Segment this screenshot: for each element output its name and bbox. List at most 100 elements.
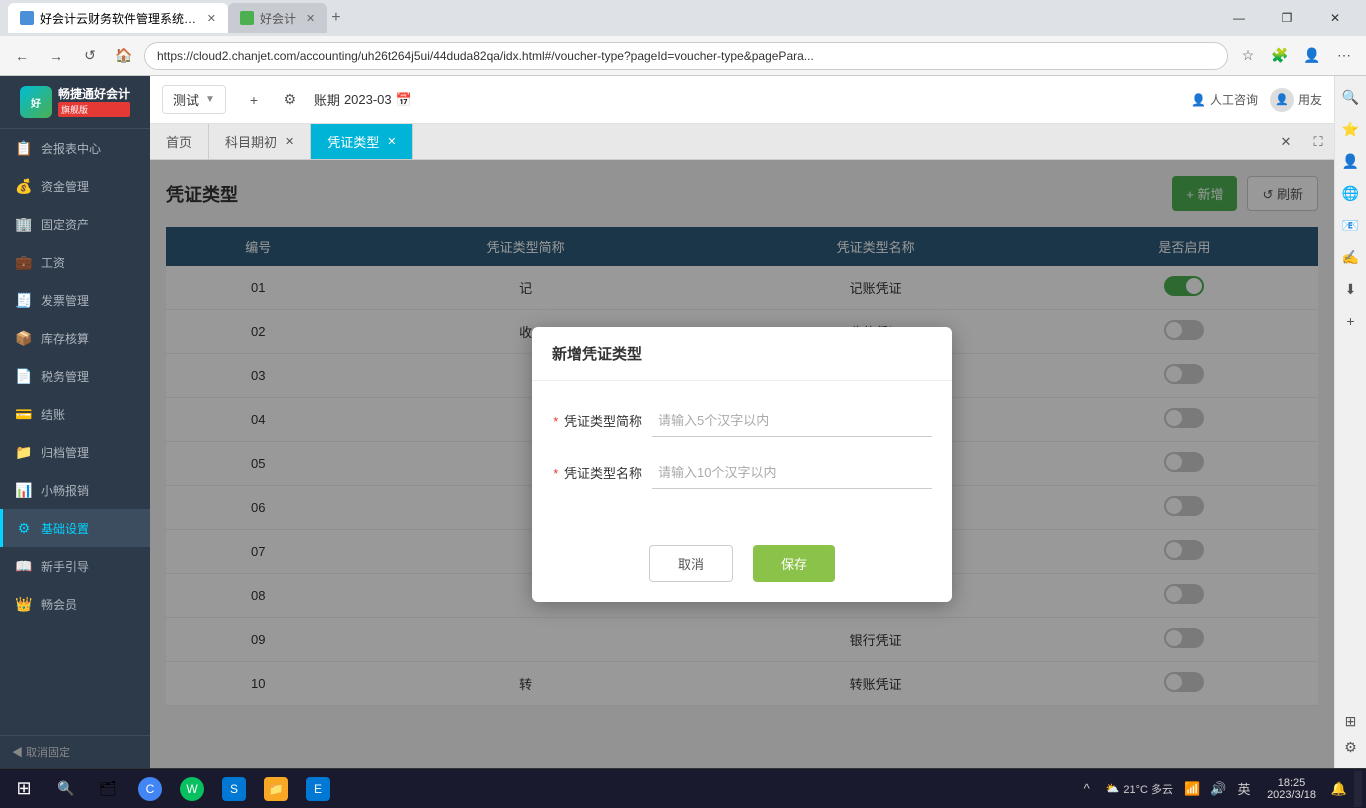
right-plus-icon[interactable]: + bbox=[1338, 308, 1364, 334]
sidebar-item-invoice[interactable]: 🧾 发票管理 bbox=[0, 281, 150, 319]
period-label: 账期 bbox=[314, 90, 340, 109]
sound-icon[interactable]: 🔊 bbox=[1207, 771, 1229, 807]
reload-button[interactable]: ↺ bbox=[76, 42, 104, 70]
menu-icon[interactable]: ⋯ bbox=[1330, 42, 1358, 70]
tab-close-2[interactable]: ✕ bbox=[306, 12, 315, 25]
tab-voucher-type[interactable]: 凭证类型 ✕ bbox=[311, 124, 413, 159]
weather-info: ⛅ 21°C 多云 bbox=[1102, 781, 1177, 797]
sidebar-item-inventory[interactable]: 📦 库存核算 bbox=[0, 319, 150, 357]
consultant-icon: 👤 bbox=[1191, 93, 1206, 107]
tab-favicon-1 bbox=[20, 11, 34, 25]
extensions-icon[interactable]: 🧩 bbox=[1266, 42, 1294, 70]
taskbar-task-view[interactable]: 🗂 bbox=[88, 771, 128, 807]
close-button[interactable]: ✕ bbox=[1312, 3, 1358, 33]
sidebar-item-assets[interactable]: 🏢 固定资产 bbox=[0, 205, 150, 243]
right-grid-icon[interactable]: ⊞ bbox=[1338, 708, 1364, 734]
full-name-input[interactable] bbox=[652, 457, 932, 489]
browser-tab-2[interactable]: 好会计 ✕ bbox=[228, 3, 327, 33]
settings-button[interactable]: ⚙ bbox=[276, 86, 304, 114]
tab-voucher-type-close[interactable]: ✕ bbox=[387, 135, 396, 148]
settings-icon: ⚙ bbox=[15, 519, 33, 537]
workspace-arrow-icon: ▼ bbox=[205, 94, 215, 105]
sidebar-item-expense[interactable]: 📊 小畅报销 bbox=[0, 471, 150, 509]
right-globe-icon[interactable]: 🌐 bbox=[1338, 180, 1364, 206]
user-button[interactable]: 👤 用友 bbox=[1270, 88, 1322, 112]
tab-label-1: 好会计云财务软件管理系统_会计 bbox=[40, 10, 197, 27]
add-workspace-button[interactable]: + bbox=[240, 86, 268, 114]
calendar-icon[interactable]: 📅 bbox=[396, 92, 412, 108]
tab-expand-button[interactable]: ⛶ bbox=[1302, 126, 1334, 158]
taskbar-edge[interactable]: E bbox=[298, 771, 338, 807]
consultant-button[interactable]: 👤 人工咨询 bbox=[1191, 91, 1258, 108]
weather-icon: ⛅ bbox=[1106, 782, 1120, 795]
back-button[interactable]: ← bbox=[8, 42, 36, 70]
right-star-icon[interactable]: ⭐ bbox=[1338, 116, 1364, 142]
browser-tab-1[interactable]: 好会计云财务软件管理系统_会计 ✕ bbox=[8, 3, 228, 33]
sidebar: 好 畅捷通好会计 旗舰版 📋 会报表中心 💰 资金管理 🏢 固定资产 💼 工资 bbox=[0, 76, 150, 768]
sidebar-item-label: 归档管理 bbox=[41, 444, 89, 461]
sidebar-item-settings[interactable]: ⚙ 基础设置 bbox=[0, 509, 150, 547]
clock-time: 18:25 bbox=[1267, 777, 1316, 789]
sidebar-item-capital[interactable]: 💰 资金管理 bbox=[0, 167, 150, 205]
sidebar-item-guide[interactable]: 📖 新手引导 bbox=[0, 547, 150, 585]
taskbar: ⊞ 🔍 🗂 C W S 📁 E ^ ⛅ 21°C 多云 📶 🔊 英 18:25 … bbox=[0, 768, 1366, 808]
right-panel: 🔍 ⭐ 👤 🌐 📧 ✍ ⬇ + ⊞ ⚙ bbox=[1334, 76, 1366, 768]
chevron-up-icon[interactable]: ^ bbox=[1076, 771, 1098, 807]
form-row-full-name: * 凭证类型名称 bbox=[552, 457, 932, 489]
sidebar-item-dashboard[interactable]: 📋 会报表中心 bbox=[0, 129, 150, 167]
period-value: 2023-03 bbox=[344, 92, 392, 107]
tab-subject-close[interactable]: ✕ bbox=[285, 135, 294, 148]
modal-footer: 取消 保存 bbox=[532, 533, 952, 602]
minimize-button[interactable]: — bbox=[1216, 3, 1262, 33]
taskbar-wechat[interactable]: W bbox=[172, 771, 212, 807]
lang-icon[interactable]: 英 bbox=[1233, 771, 1255, 807]
right-outlook-icon[interactable]: 📧 bbox=[1338, 212, 1364, 238]
sidebar-item-label: 新手引导 bbox=[41, 558, 89, 575]
new-tab-button[interactable]: + bbox=[331, 9, 340, 27]
tab-home[interactable]: 首页 bbox=[150, 124, 209, 159]
full-name-label: * 凭证类型名称 bbox=[552, 463, 652, 482]
taskbar-search[interactable]: 🔍 bbox=[46, 771, 86, 807]
right-search-icon[interactable]: 🔍 bbox=[1338, 84, 1364, 110]
forward-button[interactable]: → bbox=[42, 42, 70, 70]
modal-header: 新增凭证类型 bbox=[532, 327, 952, 381]
show-desktop-button[interactable] bbox=[1354, 771, 1362, 807]
bookmark-icon[interactable]: ☆ bbox=[1234, 42, 1262, 70]
logo-text: 畅捷通好会计 bbox=[58, 87, 130, 103]
taskbar-right: ^ ⛅ 21°C 多云 📶 🔊 英 18:25 2023/3/18 🔔 bbox=[1076, 771, 1362, 807]
short-name-input[interactable] bbox=[652, 405, 932, 437]
page-tabs: 首页 科目期初 ✕ 凭证类型 ✕ ✕ ⛶ bbox=[150, 124, 1334, 160]
address-input[interactable] bbox=[144, 42, 1228, 70]
right-settings-icon[interactable]: ⚙ bbox=[1338, 734, 1364, 760]
clock[interactable]: 18:25 2023/3/18 bbox=[1259, 777, 1324, 801]
taskbar-chrome[interactable]: C bbox=[130, 771, 170, 807]
home-button[interactable]: 🏠 bbox=[110, 42, 138, 70]
maximize-button[interactable]: ❐ bbox=[1264, 3, 1310, 33]
profile-icon[interactable]: 👤 bbox=[1298, 42, 1326, 70]
right-feather-icon[interactable]: ✍ bbox=[1338, 244, 1364, 270]
workspace-selector[interactable]: 测试 ▼ bbox=[162, 85, 226, 114]
sidebar-item-member[interactable]: 👑 畅会员 bbox=[0, 585, 150, 623]
tab-label-2: 好会计 bbox=[260, 10, 296, 27]
network-icon[interactable]: 📶 bbox=[1181, 771, 1203, 807]
tab-expand-buttons: ✕ ⛶ bbox=[1270, 126, 1334, 158]
right-download-icon[interactable]: ⬇ bbox=[1338, 276, 1364, 302]
start-button[interactable]: ⊞ bbox=[4, 771, 44, 807]
taskbar-explorer[interactable]: 📁 bbox=[256, 771, 296, 807]
notification-icon[interactable]: 🔔 bbox=[1328, 771, 1350, 807]
sidebar-item-salary[interactable]: 💼 工资 bbox=[0, 243, 150, 281]
sidebar-item-tax[interactable]: 📄 税务管理 bbox=[0, 357, 150, 395]
sidebar-footer[interactable]: ◀ 取消固定 bbox=[0, 735, 150, 768]
tab-subject[interactable]: 科目期初 ✕ bbox=[209, 124, 311, 159]
period-info: 账期 2023-03 📅 bbox=[314, 90, 412, 109]
right-user-icon[interactable]: 👤 bbox=[1338, 148, 1364, 174]
archive-icon: 📁 bbox=[15, 443, 33, 461]
clock-date: 2023/3/18 bbox=[1267, 789, 1316, 801]
taskbar-store[interactable]: S bbox=[214, 771, 254, 807]
tab-collapse-button[interactable]: ✕ bbox=[1270, 126, 1302, 158]
tab-close-1[interactable]: ✕ bbox=[207, 12, 216, 25]
save-button[interactable]: 保存 bbox=[753, 545, 835, 582]
sidebar-item-archive[interactable]: 📁 归档管理 bbox=[0, 433, 150, 471]
cancel-button[interactable]: 取消 bbox=[649, 545, 733, 582]
sidebar-item-settlement[interactable]: 💳 结账 bbox=[0, 395, 150, 433]
